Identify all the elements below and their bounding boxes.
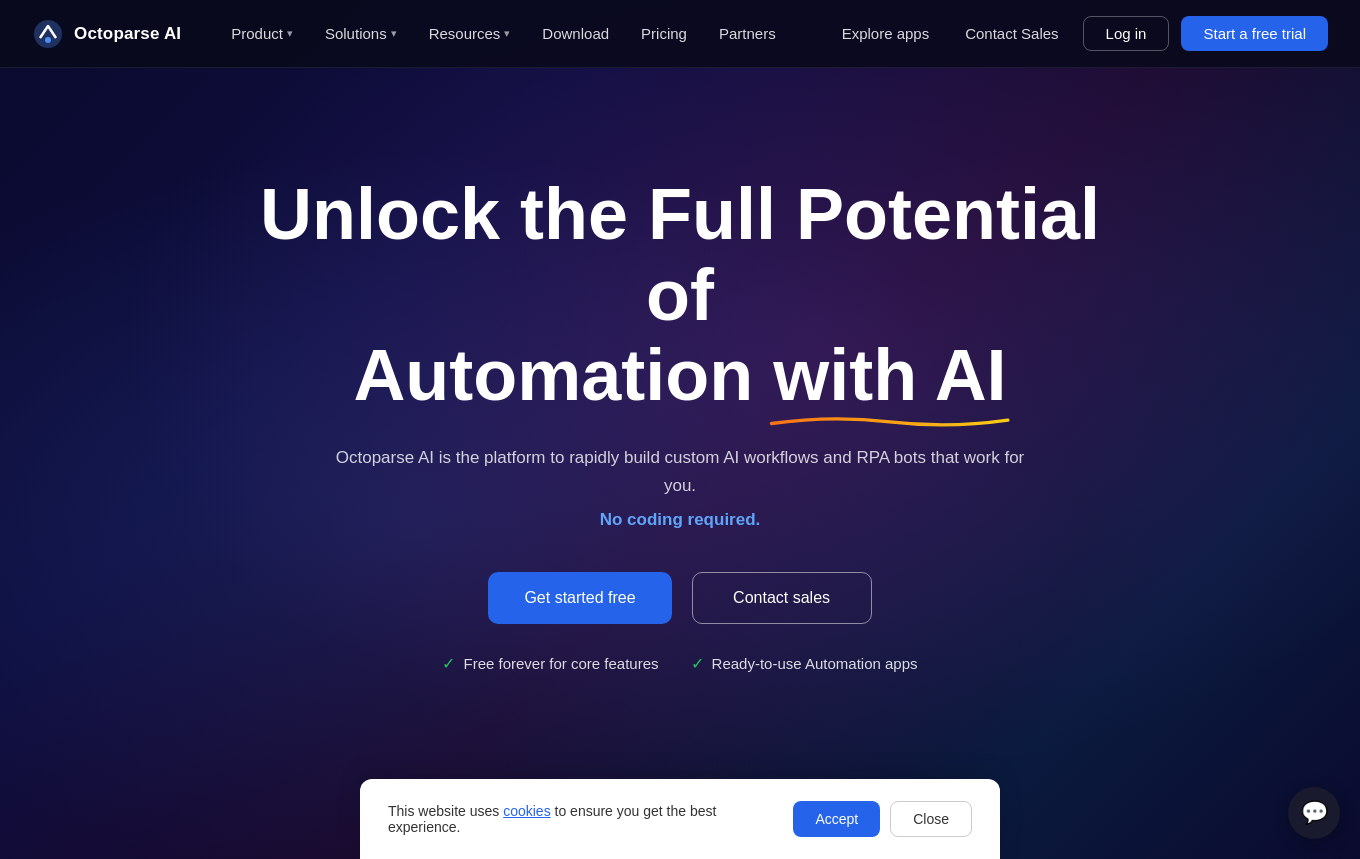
underline-decoration (763, 412, 1016, 430)
hero-subtitle: Octoparse AI is the platform to rapidly … (330, 444, 1030, 500)
logo[interactable]: Octoparse AI (32, 18, 181, 50)
hero-badge-free: ✓ Free forever for core features (442, 654, 658, 673)
chat-widget-button[interactable]: 💬 (1288, 787, 1340, 839)
start-trial-button[interactable]: Start a free trial (1181, 16, 1328, 51)
nav-link-partners[interactable]: Partners (705, 19, 790, 48)
svg-point-1 (45, 37, 51, 43)
nav-link-download[interactable]: Download (528, 19, 623, 48)
explore-apps-button[interactable]: Explore apps (830, 19, 942, 48)
logo-icon (32, 18, 64, 50)
nav-link-solutions[interactable]: Solutions ▾ (311, 19, 411, 48)
cookie-buttons: Accept Close (793, 801, 972, 837)
contact-sales-button[interactable]: Contact sales (692, 572, 872, 624)
cookie-link[interactable]: cookies (503, 803, 550, 819)
hero-badge-apps: ✓ Ready-to-use Automation apps (691, 654, 918, 673)
hero-buttons: Get started free Contact sales (250, 572, 1110, 624)
chat-icon: 💬 (1301, 800, 1328, 826)
nav-link-pricing[interactable]: Pricing (627, 19, 701, 48)
contact-sales-nav-button[interactable]: Contact Sales (953, 19, 1070, 48)
check-icon-1: ✓ (442, 654, 455, 673)
nav-link-product[interactable]: Product ▾ (217, 19, 307, 48)
hero-badges: ✓ Free forever for core features ✓ Ready… (250, 654, 1110, 673)
logo-text: Octoparse AI (74, 24, 181, 44)
animated-underline-wrap: with AI (773, 335, 1006, 416)
close-cookie-button[interactable]: Close (890, 801, 972, 837)
nav-link-resources[interactable]: Resources ▾ (415, 19, 525, 48)
hero-content: Unlock the Full Potential of Automation … (250, 174, 1110, 673)
accept-cookies-button[interactable]: Accept (793, 801, 880, 837)
nav-right: Explore apps Contact Sales Log in Start … (830, 16, 1328, 51)
chevron-down-icon: ▾ (391, 27, 397, 40)
hero-subtitle-bold: No coding required. (250, 510, 1110, 530)
cookie-banner: This website uses cookies to ensure you … (360, 779, 1000, 859)
nav-links: Product ▾ Solutions ▾ Resources ▾ Downlo… (217, 19, 789, 48)
chevron-down-icon: ▾ (504, 27, 510, 40)
check-icon-2: ✓ (691, 654, 704, 673)
nav-left: Octoparse AI Product ▾ Solutions ▾ Resou… (32, 18, 790, 50)
hero-section: Unlock the Full Potential of Automation … (0, 0, 1360, 859)
svg-point-0 (34, 20, 62, 48)
get-started-button[interactable]: Get started free (488, 572, 671, 624)
navigation: Octoparse AI Product ▾ Solutions ▾ Resou… (0, 0, 1360, 68)
hero-title: Unlock the Full Potential of Automation … (250, 174, 1110, 416)
chevron-down-icon: ▾ (287, 27, 293, 40)
login-button[interactable]: Log in (1083, 16, 1170, 51)
cookie-text: This website uses cookies to ensure you … (388, 803, 777, 835)
